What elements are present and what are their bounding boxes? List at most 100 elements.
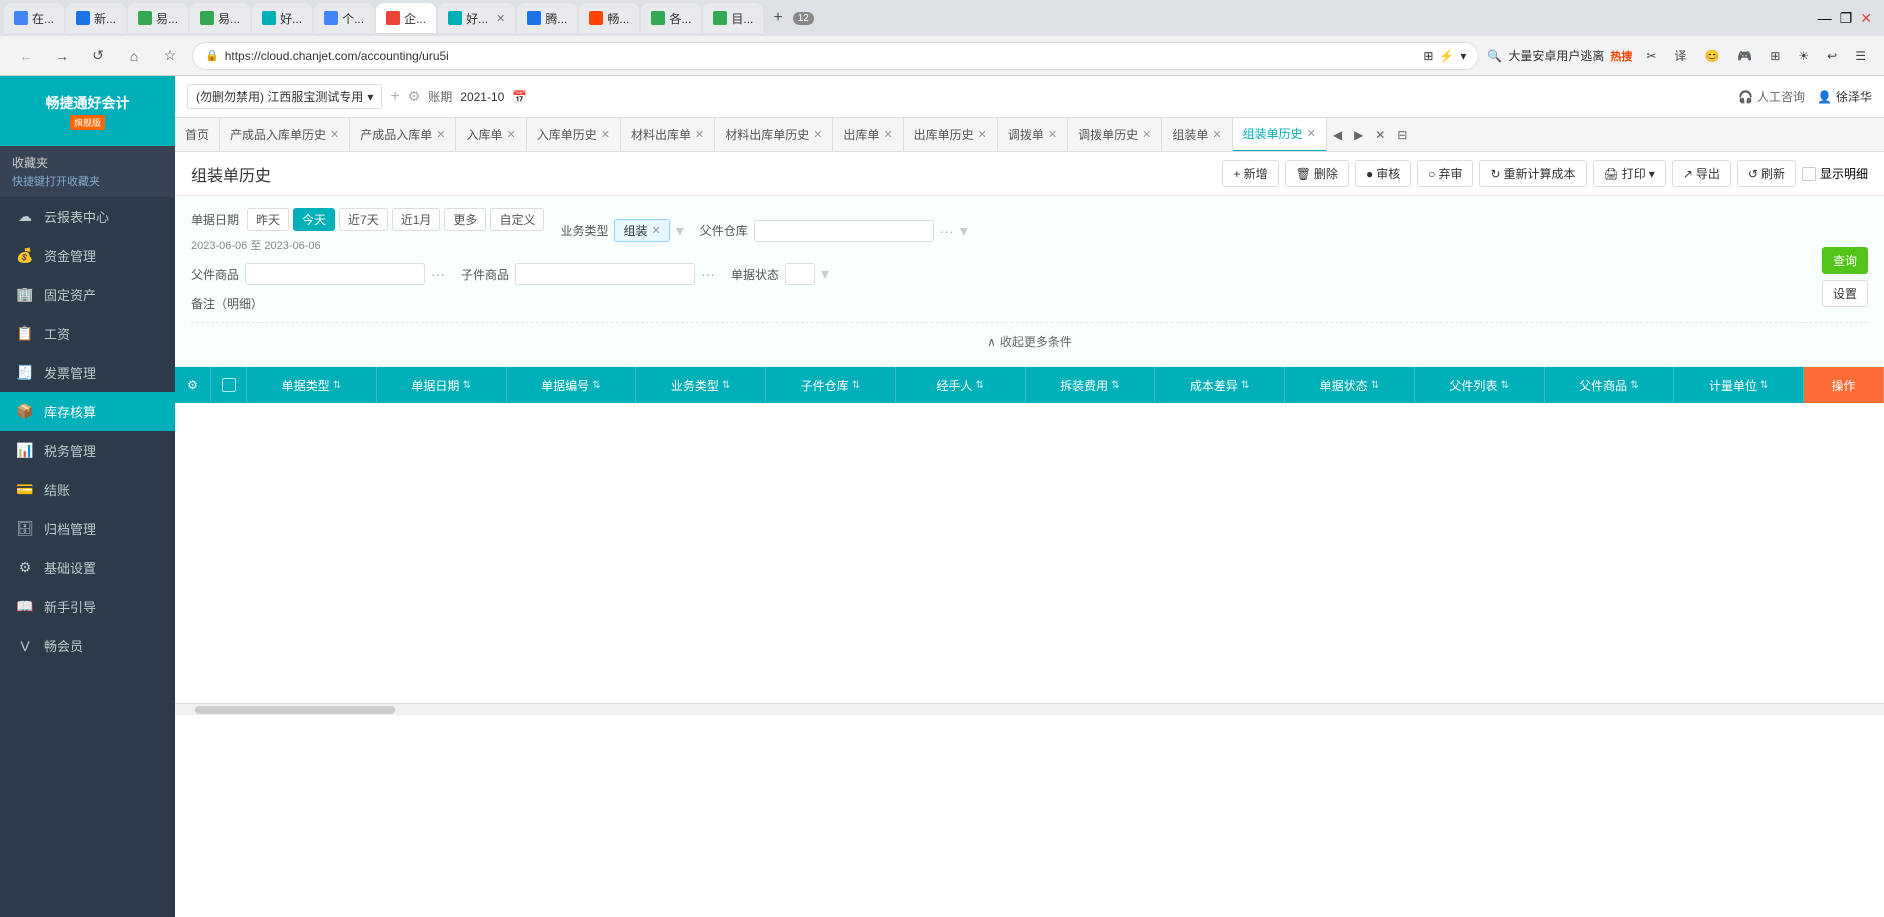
url-bar[interactable]: 🔒 https://cloud.chanjet.com/accounting/u… <box>192 42 1479 70</box>
favorite-subtitle[interactable]: 快捷键打开收藏夹 <box>12 173 163 189</box>
menu-icon[interactable]: ☰ <box>1849 47 1872 65</box>
settings-company-icon[interactable]: ⚙ <box>408 88 421 105</box>
page-tab-close-10[interactable]: ✕ <box>1142 128 1151 141</box>
sidebar-item-settlement[interactable]: 💳 结账 <box>0 470 175 509</box>
show-detail-checkbox-row[interactable]: 显示明细 <box>1802 165 1868 182</box>
page-tab-prod-in[interactable]: 产成品入库单 ✕ <box>350 118 456 152</box>
th-number[interactable]: 单据编号 ⇅ <box>507 367 637 403</box>
th-parent-list-sort[interactable]: ⇅ <box>1500 380 1508 391</box>
browser-tab-1[interactable]: 在... <box>4 3 64 33</box>
collapse-button[interactable]: ∧ 收起更多条件 <box>191 329 1868 354</box>
refresh-button[interactable]: ↺ 刷新 <box>1737 160 1796 187</box>
sidebar-item-tax[interactable]: 📊 税务管理 <box>0 431 175 470</box>
th-disassemble-fee[interactable]: 拆装费用 ⇅ <box>1026 367 1156 403</box>
page-tab-close-7[interactable]: ✕ <box>883 128 892 141</box>
page-tab-close-8[interactable]: ✕ <box>978 128 987 141</box>
page-tab-out-order[interactable]: 出库单 ✕ <box>833 118 903 152</box>
sidebar-item-fixed-asset[interactable]: 🏢 固定资产 <box>0 275 175 314</box>
sun-icon[interactable]: ☀ <box>1792 47 1815 65</box>
sidebar-item-guide[interactable]: 📖 新手引导 <box>0 587 175 626</box>
add-company-icon[interactable]: + <box>390 88 399 106</box>
browser-tab-8[interactable]: 好... ✕ <box>438 3 515 33</box>
th-unit[interactable]: 计量单位 ⇅ <box>1674 367 1804 403</box>
th-child-wh-sort[interactable]: ⇅ <box>852 380 860 391</box>
tab-nav-menu[interactable]: ⊟ <box>1391 128 1413 142</box>
recalculate-button[interactable]: ↻ 重新计算成本 <box>1479 160 1586 187</box>
delete-button[interactable]: 🗑 删除 <box>1285 160 1349 187</box>
qr-icon[interactable]: ⊞ <box>1423 49 1433 63</box>
sidebar-item-payroll[interactable]: 📋 工资 <box>0 314 175 353</box>
order-status-select[interactable] <box>785 263 815 285</box>
child-goods-input[interactable] <box>515 263 695 285</box>
sidebar-item-member[interactable]: V 畅会员 <box>0 626 175 665</box>
grid-icon[interactable]: ⊞ <box>1764 47 1786 65</box>
undo-icon[interactable]: ↩ <box>1821 47 1843 65</box>
date-btn-custom[interactable]: 自定义 <box>490 208 544 231</box>
th-date-sort[interactable]: ⇅ <box>462 380 470 391</box>
th-cost-diff[interactable]: 成本差异 ⇅ <box>1155 367 1285 403</box>
th-settings[interactable]: ⚙ <box>175 367 211 403</box>
page-tab-prod-in-history[interactable]: 产成品入库单历史 ✕ <box>220 118 350 152</box>
add-button[interactable]: + 新增 <box>1222 160 1278 187</box>
date-btn-yesterday[interactable]: 昨天 <box>247 208 289 231</box>
page-tab-close-2[interactable]: ✕ <box>436 128 445 141</box>
parent-warehouse-more[interactable]: ··· <box>940 223 954 239</box>
th-parent-goods[interactable]: 父件商品 ⇅ <box>1545 367 1675 403</box>
th-type[interactable]: 单据类型 ⇅ <box>247 367 377 403</box>
company-selector[interactable]: (勿删勿禁用) 江西服宝测试专用 ▾ <box>187 84 382 109</box>
refresh-browser-button[interactable]: ↺ <box>84 42 112 70</box>
browser-tab-5[interactable]: 好... <box>252 3 312 33</box>
page-tab-close-5[interactable]: ✕ <box>695 128 704 141</box>
th-handler[interactable]: 经手人 ⇅ <box>896 367 1026 403</box>
tab-nav-prev[interactable]: ◀ <box>1327 128 1348 142</box>
sidebar-item-fund[interactable]: 💰 资金管理 <box>0 236 175 275</box>
print-button[interactable]: 🖨 打印 ▾ <box>1593 160 1666 187</box>
page-tab-close-4[interactable]: ✕ <box>601 128 610 141</box>
browser-tab-3[interactable]: 易... <box>128 3 188 33</box>
page-tab-close-11[interactable]: ✕ <box>1212 128 1221 141</box>
date-btn-more[interactable]: 更多 <box>444 208 486 231</box>
page-tab-close-6[interactable]: ✕ <box>813 128 822 141</box>
sidebar-item-invoice[interactable]: 🧾 发票管理 <box>0 353 175 392</box>
page-tab-assemble-history[interactable]: 调拨单历史 ✕ <box>1068 118 1162 152</box>
browser-tab-11[interactable]: 各... <box>641 3 701 33</box>
parent-goods-input[interactable] <box>245 263 425 285</box>
sidebar-item-archive[interactable]: 🗄 归档管理 <box>0 509 175 548</box>
calendar-icon[interactable]: 📅 <box>512 90 527 104</box>
scroll-bar[interactable] <box>175 703 1884 715</box>
page-tab-in-history[interactable]: 入库单历史 ✕ <box>527 118 621 152</box>
page-tab-close-12[interactable]: ✕ <box>1307 127 1316 140</box>
maximize-button[interactable]: ❐ <box>1840 10 1853 27</box>
th-type-sort[interactable]: ⇅ <box>333 380 341 391</box>
browser-tab-2[interactable]: 新... <box>66 3 126 33</box>
page-tab-close-3[interactable]: ✕ <box>507 128 516 141</box>
browser-tab-9[interactable]: 腾... <box>517 3 577 33</box>
th-child-wh[interactable]: 子件仓库 ⇅ <box>766 367 896 403</box>
user-button[interactable]: 👤 徐泽华 <box>1817 88 1872 105</box>
browser-tab-12[interactable]: 目... <box>703 3 763 33</box>
th-date[interactable]: 单据日期 ⇅ <box>377 367 507 403</box>
tab-close-8[interactable]: ✕ <box>496 12 505 25</box>
forward-button[interactable]: → <box>48 42 76 70</box>
page-tab-assemble[interactable]: 调拨单 ✕ <box>998 118 1068 152</box>
th-order-status[interactable]: 单据状态 ⇅ <box>1285 367 1415 403</box>
parent-goods-more[interactable]: ··· <box>431 266 445 282</box>
scroll-bar-thumb[interactable] <box>195 706 395 714</box>
close-button[interactable]: ✕ <box>1860 10 1872 27</box>
child-goods-more[interactable]: ··· <box>701 266 715 282</box>
browser-tab-10[interactable]: 畅... <box>579 3 639 33</box>
home-browser-button[interactable]: ⌂ <box>120 42 148 70</box>
select-all-checkbox[interactable] <box>222 378 236 392</box>
page-tab-home[interactable]: 首页 <box>175 118 220 152</box>
sidebar-item-cloud-report[interactable]: ☁ 云报表中心 <box>0 197 175 236</box>
parent-warehouse-input[interactable] <box>754 220 934 242</box>
date-btn-1month[interactable]: 近1月 <box>392 208 441 231</box>
date-btn-7days[interactable]: 近7天 <box>339 208 388 231</box>
th-biz-type[interactable]: 业务类型 ⇅ <box>636 367 766 403</box>
service-button[interactable]: 🎧 人工咨询 <box>1738 88 1805 105</box>
th-cost-diff-sort[interactable]: ⇅ <box>1241 380 1249 391</box>
th-parent-list[interactable]: 父件列表 ⇅ <box>1415 367 1545 403</box>
sidebar-item-settings[interactable]: ⚙ 基础设置 <box>0 548 175 587</box>
tab-nav-next[interactable]: ▶ <box>1348 128 1369 142</box>
scissors-icon[interactable]: ✂ <box>1640 47 1662 65</box>
